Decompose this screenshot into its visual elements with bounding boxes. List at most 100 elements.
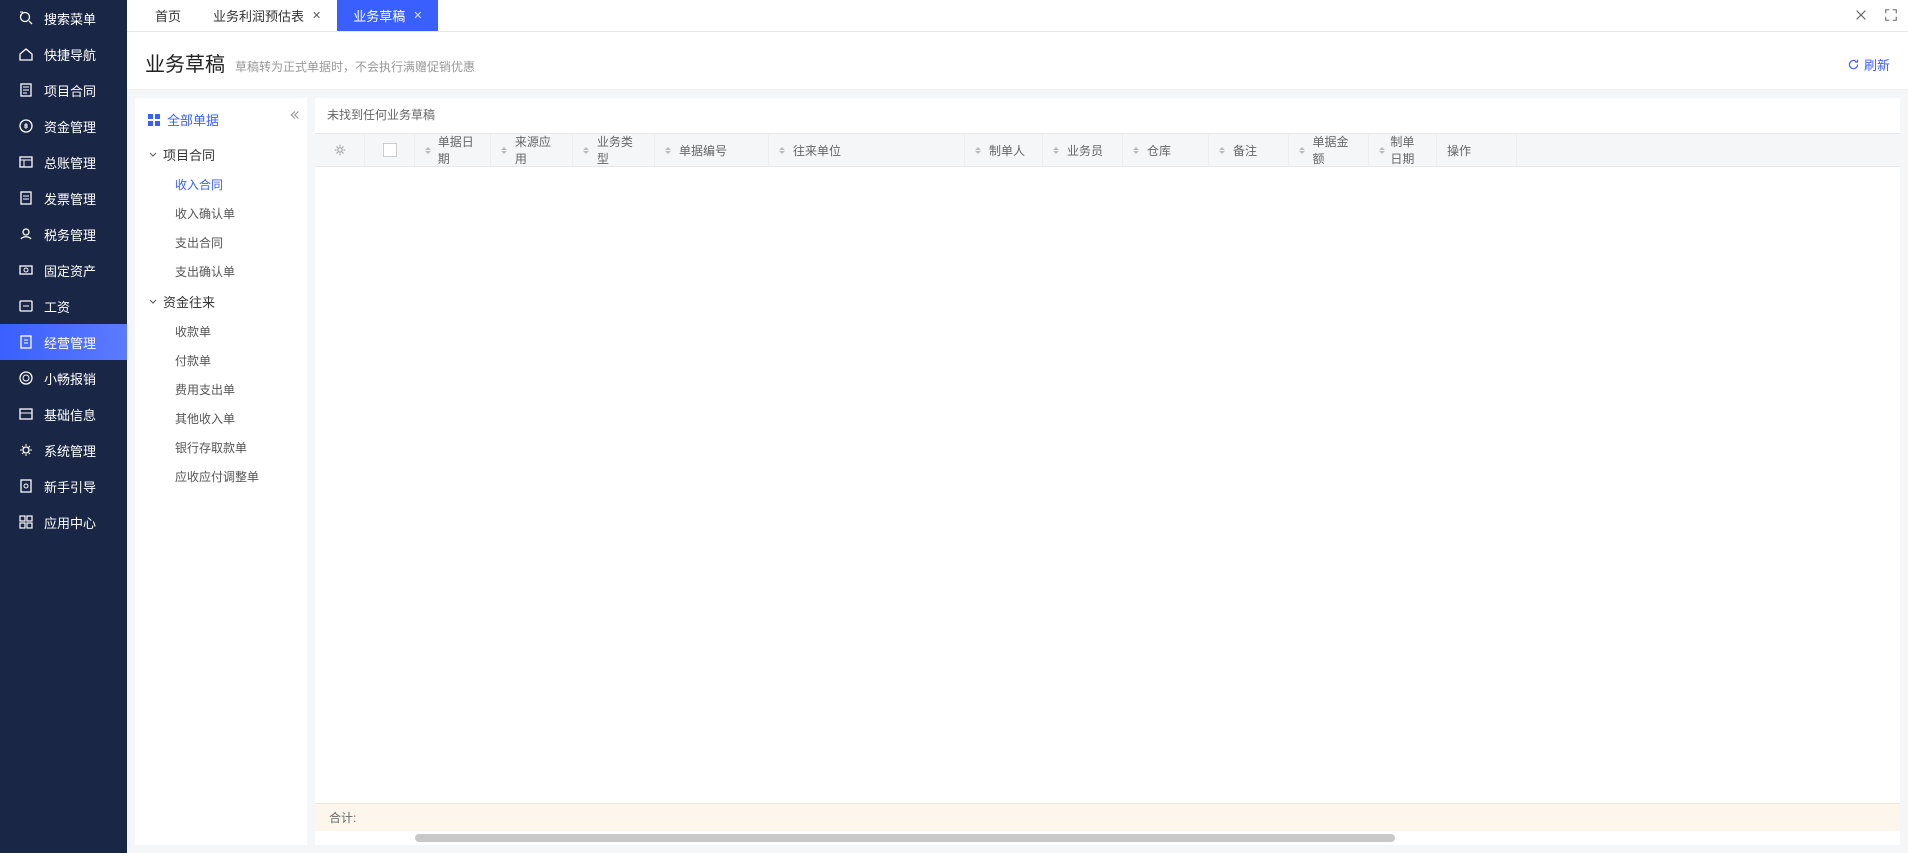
close-icon[interactable] (1852, 6, 1870, 24)
home-icon (18, 46, 34, 62)
sort-icon (665, 143, 675, 157)
sidebar-item-search[interactable]: 搜索菜单 (0, 0, 127, 36)
column-header[interactable]: 备注 (1209, 134, 1289, 166)
sidebar-item-ledger[interactable]: 总账管理 (0, 144, 127, 180)
tree-leaf[interactable]: 其他收入单 (135, 404, 307, 433)
tab[interactable]: 业务利润预估表✕ (197, 0, 337, 31)
column-label: 仓库 (1147, 142, 1171, 159)
table-footer: 合计: (315, 803, 1900, 831)
all-docs-link[interactable]: 全部单据 (135, 106, 307, 139)
grid-icon (147, 113, 161, 127)
scrollbar-thumb[interactable] (415, 834, 1395, 842)
sidebar-item-salary[interactable]: 工资 (0, 288, 127, 324)
column-header[interactable]: 单据日期 (415, 134, 491, 166)
tree-leaf[interactable]: 付款单 (135, 346, 307, 375)
tree-group-header[interactable]: 项目合同 (135, 139, 307, 170)
table: 单据日期来源应用 业务类型 单据编号 往来单位 制单人 业务员 仓库 备注单据金额制单日期操作… (315, 133, 1900, 845)
sidebar-item-home[interactable]: 快捷导航 (0, 36, 127, 72)
chevron-down-icon (147, 296, 159, 308)
search-icon (18, 10, 34, 26)
sidebar-item-asset[interactable]: 固定资产 (0, 252, 127, 288)
sidebar-item-base[interactable]: 基础信息 (0, 396, 127, 432)
tree-leaf[interactable]: 收入合同 (135, 170, 307, 199)
tree-group-header[interactable]: 资金往来 (135, 286, 307, 317)
sort-icon (425, 143, 434, 157)
column-label: 单据金额 (1312, 133, 1358, 167)
guide-icon (18, 478, 34, 494)
tree-group-label: 资金往来 (163, 292, 215, 311)
column-header[interactable]: 往来单位 (769, 134, 965, 166)
column-header[interactable]: 操作 (1437, 134, 1517, 166)
column-label: 业务类型 (597, 133, 644, 167)
column-header[interactable]: 来源应用 (491, 134, 573, 166)
tab-label: 首页 (155, 6, 181, 25)
asset-icon (18, 262, 34, 278)
empty-message: 未找到任何业务草稿 (315, 98, 1900, 133)
tab-close-icon[interactable]: ✕ (312, 9, 321, 22)
sidebar-item-tax[interactable]: 税务管理 (0, 216, 127, 252)
column-header[interactable]: 单据金额 (1289, 134, 1369, 166)
select-all-checkbox[interactable] (365, 134, 415, 166)
nav-panel: 全部单据 项目合同收入合同收入确认单支出合同支出确认单资金往来收款单付款单费用支… (135, 98, 307, 845)
base-icon (18, 406, 34, 422)
sidebar-item-label: 系统管理 (44, 441, 96, 460)
sidebar-item-apps[interactable]: 应用中心 (0, 504, 127, 540)
tree-leaf[interactable]: 支出合同 (135, 228, 307, 257)
tab-close-icon[interactable]: ✕ (413, 9, 422, 22)
sidebar-item-label: 快捷导航 (44, 45, 96, 64)
tree-leaf[interactable]: 银行存取款单 (135, 433, 307, 462)
body: 全部单据 项目合同收入合同收入确认单支出合同支出确认单资金往来收款单付款单费用支… (127, 90, 1908, 853)
sidebar-item-money[interactable]: 资金管理 (0, 108, 127, 144)
column-label: 单据编号 (679, 142, 727, 159)
column-header[interactable]: 业务员 (1043, 134, 1123, 166)
biz-icon (18, 334, 34, 350)
column-header[interactable]: 单据编号 (655, 134, 769, 166)
sidebar-item-label: 应用中心 (44, 513, 96, 532)
sidebar-item-biz[interactable]: 经营管理 (0, 324, 127, 360)
collapse-panel-button[interactable] (285, 106, 303, 124)
column-label: 业务员 (1067, 142, 1103, 159)
column-label: 制单日期 (1390, 133, 1426, 167)
sidebar-item-label: 小畅报销 (44, 369, 96, 388)
sidebar-item-system[interactable]: 系统管理 (0, 432, 127, 468)
sidebar-item-label: 发票管理 (44, 189, 96, 208)
system-icon (18, 442, 34, 458)
tab[interactable]: 首页 (139, 0, 197, 31)
refresh-label: 刷新 (1864, 55, 1890, 74)
sidebar-item-label: 固定资产 (44, 261, 96, 280)
tab-label: 业务草稿 (353, 6, 405, 25)
column-header[interactable]: 制单人 (965, 134, 1043, 166)
sidebar-item-expense[interactable]: 小畅报销 (0, 360, 127, 396)
main: 首页业务利润预估表✕业务草稿 ✕ 业务草稿 草稿转为正式单据时，不会执行满赠促销优… (127, 0, 1908, 853)
salary-icon (18, 298, 34, 314)
sort-icon (583, 143, 593, 157)
invoice-icon (18, 190, 34, 206)
column-header[interactable]: 制单日期 (1369, 134, 1437, 166)
sidebar-item-guide[interactable]: 新手引导 (0, 468, 127, 504)
sort-icon (779, 143, 789, 157)
refresh-button[interactable]: 刷新 (1847, 55, 1890, 74)
tree-leaf[interactable]: 应收应付调整单 (135, 462, 307, 491)
checkbox-icon (383, 143, 397, 157)
column-settings-button[interactable] (315, 134, 365, 166)
fullscreen-icon[interactable] (1882, 6, 1900, 24)
sidebar-item-label: 新手引导 (44, 477, 96, 496)
column-header[interactable]: 业务类型 (573, 134, 655, 166)
tab[interactable]: 业务草稿 ✕ (337, 0, 438, 31)
tree-leaf[interactable]: 费用支出单 (135, 375, 307, 404)
sidebar-item-invoice[interactable]: 发票管理 (0, 180, 127, 216)
sort-icon (1299, 143, 1308, 157)
tree-leaf[interactable]: 收入确认单 (135, 199, 307, 228)
doc-icon (18, 82, 34, 98)
column-label: 来源应用 (515, 133, 562, 167)
sidebar-item-label: 项目合同 (44, 81, 96, 100)
tree-leaf[interactable]: 收款单 (135, 317, 307, 346)
top-actions (1852, 6, 1900, 24)
tree-leaf[interactable]: 支出确认单 (135, 257, 307, 286)
column-header[interactable]: 仓库 (1123, 134, 1209, 166)
sort-icon (501, 143, 511, 157)
horizontal-scrollbar[interactable] (315, 831, 1900, 845)
column-label: 制单人 (989, 142, 1025, 159)
sidebar-item-doc[interactable]: 项目合同 (0, 72, 127, 108)
page-subtitle: 草稿转为正式单据时，不会执行满赠促销优惠 (235, 58, 475, 75)
